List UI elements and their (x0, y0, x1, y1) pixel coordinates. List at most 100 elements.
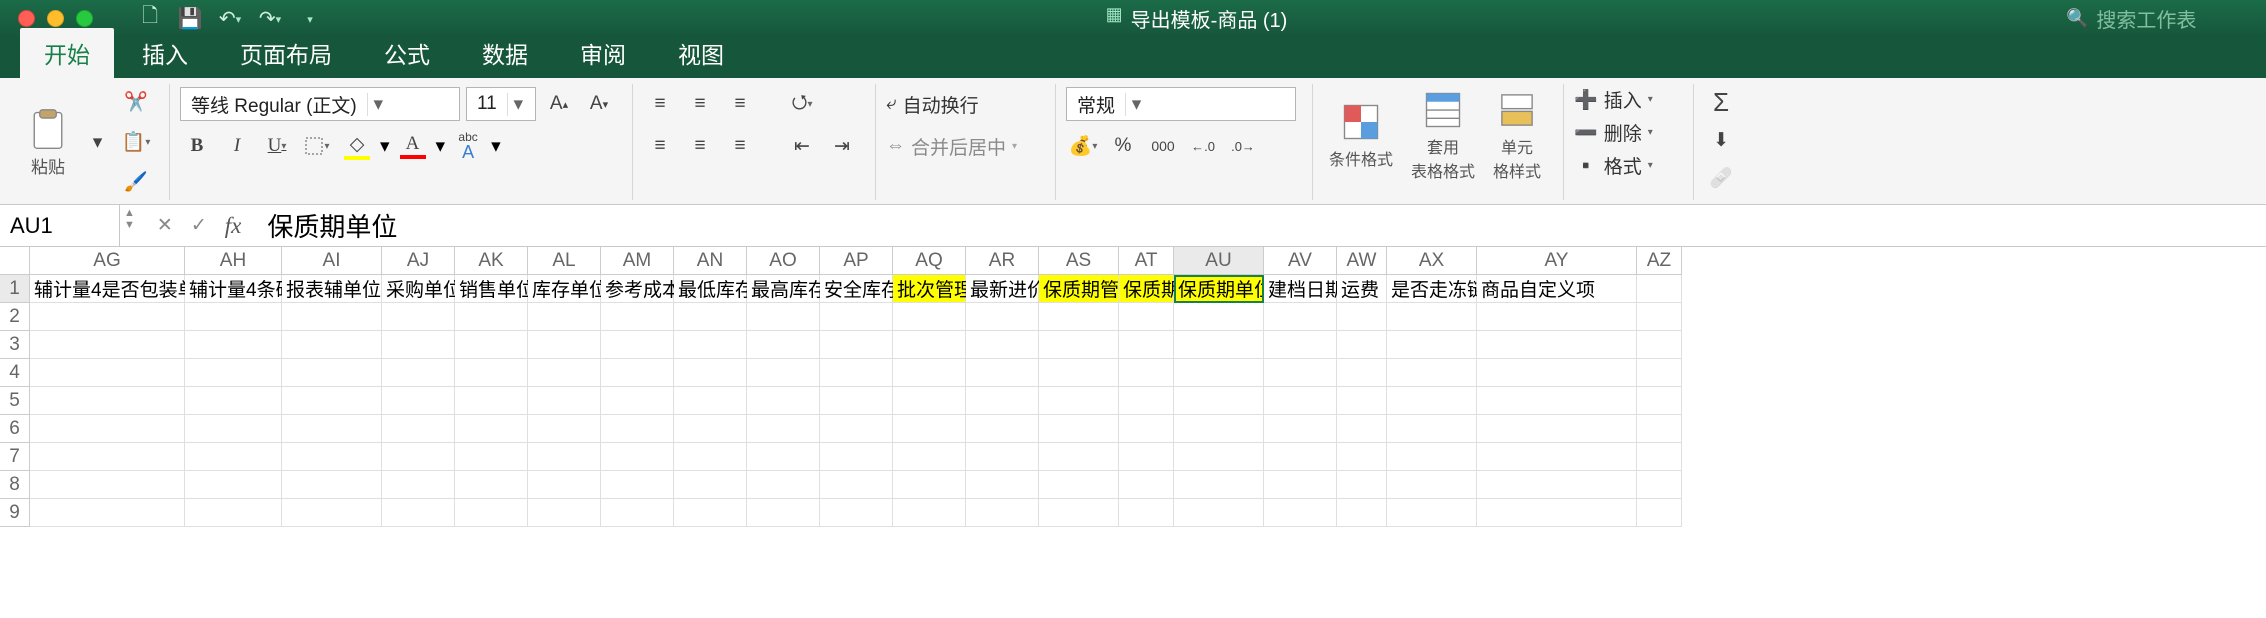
cell[interactable] (1477, 331, 1637, 359)
fill-color-button[interactable]: ◇ (340, 130, 374, 162)
column-header[interactable]: AM (601, 247, 674, 275)
format-as-table-button[interactable]: 套用 表格格式 (1405, 86, 1481, 184)
cell[interactable] (893, 499, 966, 527)
row-header[interactable]: 6 (0, 415, 30, 443)
cell[interactable] (747, 415, 820, 443)
cell[interactable] (1264, 471, 1337, 499)
cell[interactable] (893, 471, 966, 499)
zoom-window-button[interactable] (76, 10, 93, 27)
cell[interactable] (966, 303, 1039, 331)
fill-color-dropdown[interactable]: ▾ (380, 135, 390, 158)
cell[interactable] (1119, 303, 1174, 331)
tab-data[interactable]: 数据 (458, 28, 552, 78)
increase-decimal-button[interactable]: ←.0 (1186, 130, 1220, 162)
cell[interactable] (1387, 303, 1477, 331)
cell[interactable] (601, 443, 674, 471)
cell[interactable]: 保质期管理 (1039, 275, 1119, 303)
sheet-search[interactable]: 🔍 搜索工作表 (2066, 4, 2266, 33)
fill-button[interactable]: ⬇ (1704, 124, 1738, 156)
cell[interactable] (455, 303, 528, 331)
cell[interactable] (966, 359, 1039, 387)
cell[interactable] (528, 331, 601, 359)
tab-formulas[interactable]: 公式 (360, 28, 454, 78)
cell[interactable] (1174, 471, 1264, 499)
cell[interactable] (747, 303, 820, 331)
cancel-formula-button[interactable]: ✕ (157, 214, 173, 237)
cell[interactable] (674, 471, 747, 499)
italic-button[interactable]: I (220, 130, 254, 162)
cell[interactable] (674, 303, 747, 331)
tab-layout[interactable]: 页面布局 (216, 28, 356, 78)
cell[interactable] (282, 387, 382, 415)
cell[interactable] (1264, 303, 1337, 331)
cell[interactable] (528, 415, 601, 443)
row-header[interactable]: 3 (0, 331, 30, 359)
cell[interactable] (1264, 415, 1337, 443)
align-middle-button[interactable]: ≡ (683, 88, 717, 120)
column-header[interactable]: AW (1337, 247, 1387, 275)
cell[interactable] (1637, 275, 1682, 303)
align-top-button[interactable]: ≡ (643, 88, 677, 120)
cell[interactable] (1264, 359, 1337, 387)
cell[interactable] (966, 331, 1039, 359)
column-header[interactable]: AL (528, 247, 601, 275)
decrease-font-button[interactable]: A▾ (582, 88, 616, 120)
minimize-window-button[interactable] (47, 10, 64, 27)
conditional-formatting-button[interactable]: 条件格式 (1323, 98, 1399, 172)
cell[interactable] (382, 359, 455, 387)
cell[interactable] (1174, 387, 1264, 415)
cell[interactable] (30, 415, 185, 443)
cell[interactable] (282, 471, 382, 499)
column-header[interactable]: AQ (893, 247, 966, 275)
cell[interactable] (1387, 387, 1477, 415)
cell[interactable] (1039, 387, 1119, 415)
row-header[interactable]: 8 (0, 471, 30, 499)
font-color-dropdown[interactable]: ▾ (436, 135, 446, 158)
cell[interactable] (30, 303, 185, 331)
decrease-indent-button[interactable]: ⇤ (785, 130, 819, 162)
column-header[interactable]: AS (1039, 247, 1119, 275)
clear-button[interactable]: 🩹 (1704, 162, 1738, 194)
tab-home[interactable]: 开始 (20, 28, 114, 78)
cell[interactable] (747, 499, 820, 527)
cell[interactable] (893, 331, 966, 359)
cell[interactable] (820, 415, 893, 443)
name-box[interactable]: AU1 (0, 205, 120, 246)
name-box-dropdown[interactable]: ▲▼ (120, 205, 139, 246)
copy-button[interactable]: 📋▾ (119, 126, 153, 158)
column-header[interactable]: AV (1264, 247, 1337, 275)
cell[interactable] (966, 499, 1039, 527)
cell[interactable] (893, 387, 966, 415)
cell[interactable] (1477, 499, 1637, 527)
cell[interactable] (747, 387, 820, 415)
cell[interactable] (455, 443, 528, 471)
comma-style-button[interactable]: 000 (1146, 130, 1180, 162)
cell[interactable] (30, 499, 185, 527)
cell[interactable] (747, 443, 820, 471)
row-header[interactable]: 1 (0, 275, 30, 303)
decrease-decimal-button[interactable]: .0→ (1226, 130, 1260, 162)
cell[interactable] (601, 499, 674, 527)
row-header[interactable]: 5 (0, 387, 30, 415)
cell[interactable] (1337, 303, 1387, 331)
borders-button[interactable]: ▾ (300, 130, 334, 162)
cell[interactable] (30, 443, 185, 471)
cell[interactable] (185, 499, 282, 527)
cell[interactable] (1637, 359, 1682, 387)
merge-center-button[interactable]: ⇔ 合并后居中 ▾ (886, 128, 1039, 164)
cell[interactable] (674, 359, 747, 387)
cell[interactable] (601, 471, 674, 499)
column-header[interactable]: AG (30, 247, 185, 275)
number-format-combo[interactable]: 常规 ▾ (1066, 87, 1296, 121)
cell[interactable] (1039, 303, 1119, 331)
cell[interactable] (747, 359, 820, 387)
confirm-formula-button[interactable]: ✓ (191, 214, 207, 237)
cell[interactable] (528, 471, 601, 499)
row-header[interactable]: 2 (0, 303, 30, 331)
formula-input[interactable]: 保质期单位 (259, 205, 2266, 246)
align-left-button[interactable]: ≡ (643, 130, 677, 162)
cell[interactable] (455, 415, 528, 443)
cell[interactable] (1174, 359, 1264, 387)
cell[interactable]: 报表辅单位 (282, 275, 382, 303)
spreadsheet-grid[interactable]: 123456789 AGAHAIAJAKALAMANAOAPAQARASATAU… (0, 247, 2266, 527)
